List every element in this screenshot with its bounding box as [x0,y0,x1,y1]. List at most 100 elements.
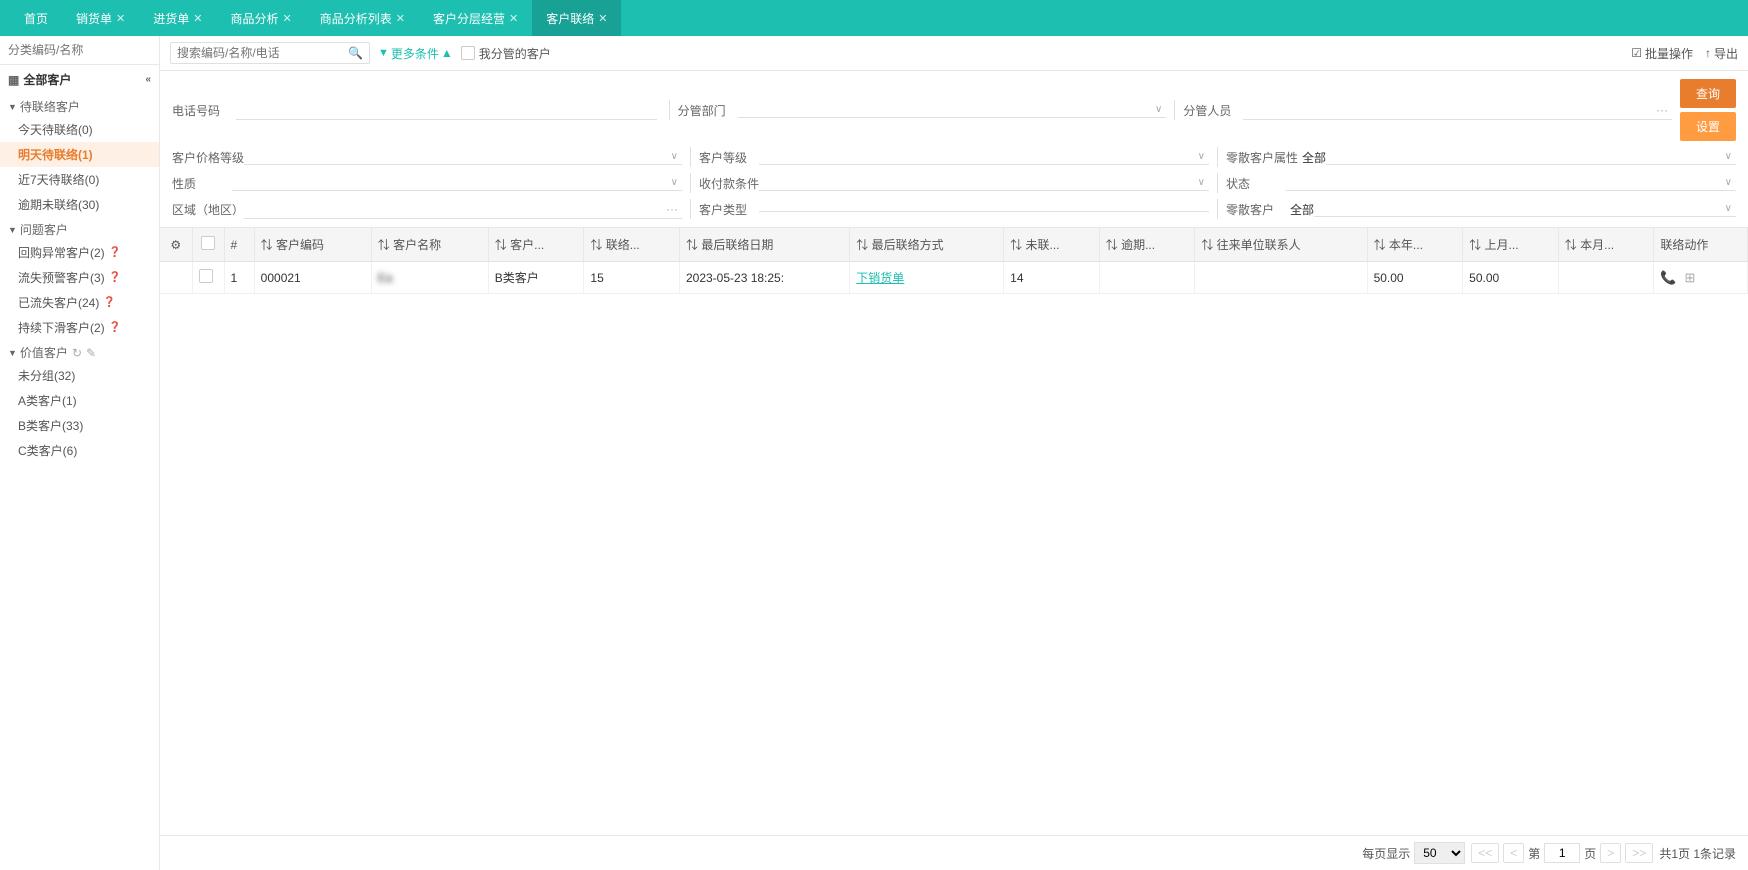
sidebar-item-ungroup[interactable]: 未分组(32) [0,363,159,388]
triangle-down-icon3: ▼ [8,348,17,358]
col-header-last-date[interactable]: ⇅ 最后联络日期 [679,228,849,262]
caret-down-icon4: ∨ [1725,151,1732,162]
nav-close-sales[interactable]: ✕ [116,12,125,25]
batch-operate-btn[interactable]: ☑ 批量操作 [1631,45,1693,62]
filter-manager: 分管人员 ··· [1183,101,1672,120]
edit-icon[interactable]: ✎ [86,346,96,360]
col-header-name[interactable]: ⇅ 客户名称 [371,228,488,262]
col-header-contact-count[interactable]: ⇅ 联络... [584,228,680,262]
checkbox-icon[interactable] [461,46,475,60]
this-month-cell [1558,262,1654,294]
sidebar-item-repurchase-abnormal[interactable]: 回购异常客户(2) ❓ [0,240,159,265]
row-checkbox[interactable] [199,269,213,283]
table-container: ⚙ # ⇅ 客户编码 ⇅ 客户名称 ⇅ 客户... [160,228,1748,835]
col-header-type[interactable]: ⇅ 客户... [488,228,584,262]
customer-type-select[interactable] [759,207,1209,212]
payment-select[interactable]: ∨ [759,175,1209,191]
collapse-icon[interactable]: « [145,74,151,85]
prev-page-btn[interactable]: < [1503,843,1524,863]
col-header-this-month[interactable]: ⇅ 本月... [1558,228,1654,262]
group-problem-customers[interactable]: ▼ 问题客户 [0,217,159,240]
top-navigation: 首页 销货单 ✕ 进货单 ✕ 商品分析 ✕ 商品分析列表 ✕ 客户分层经营 ✕ … [0,0,1748,36]
col-header-contacts[interactable]: ⇅ 往来单位联系人 [1195,228,1367,262]
nav-home[interactable]: 首页 [10,0,62,36]
nav-customer-stratify[interactable]: 客户分层经营 ✕ [419,0,532,36]
col-header-no-contact[interactable]: ⇅ 未联... [1004,228,1100,262]
header-checkbox[interactable] [201,236,215,250]
sidebar-item-churned[interactable]: 已流失客户(24) ❓ [0,290,159,315]
sidebar-item-tomorrow-contact[interactable]: 明天待联络(1) [0,142,159,167]
customer-value-select[interactable]: ∨ [244,149,682,165]
phone-input[interactable] [236,101,657,120]
sidebar-item-declining[interactable]: 持续下滑客户(2) ❓ [0,315,159,340]
nav-customer-contact[interactable]: 客户联络 ✕ [532,0,621,36]
refresh-icon[interactable]: ↻ [72,346,82,360]
col-header-last-month[interactable]: ⇅ 上月... [1463,228,1559,262]
filter-retail-attr: 零散客户属性 全部 ∨ [1226,149,1736,166]
more-conditions-btn[interactable]: ▼ 更多条件 ▲ [378,45,453,62]
nav-close-purchase[interactable]: ✕ [193,12,202,25]
nav-close-stratify[interactable]: ✕ [509,12,518,25]
search-input[interactable] [177,46,348,60]
query-button[interactable]: 查询 [1680,79,1736,108]
content-area: 🔍 ▼ 更多条件 ▲ 我分管的客户 ☑ 批量操作 ↑ 导出 [160,36,1748,870]
sidebar-search-box[interactable]: 🔍 [0,36,159,65]
region-select[interactable]: ··· [244,200,682,219]
page-number-input[interactable] [1544,843,1580,863]
sidebar-item-today-contact[interactable]: 今天待联络(0) [0,117,159,142]
gender-select[interactable]: ∨ [232,175,682,191]
sidebar-item-churn-warning[interactable]: 流失预警客户(3) ❓ [0,265,159,290]
contact-count-cell: 15 [584,262,680,294]
retail-select[interactable]: ∨ [1314,201,1736,217]
group-waiting-contact[interactable]: ▼ 待联络客户 [0,94,159,117]
status-select[interactable]: ∨ [1286,175,1736,191]
settings-col-header[interactable]: ⚙ [160,228,192,262]
retail-attr-select[interactable]: ∨ [1326,149,1736,165]
export-btn[interactable]: ↑ 导出 [1705,45,1738,62]
dept-select[interactable]: ∨ [738,102,1167,118]
all-customers-header[interactable]: ▦ 全部客户 « [0,65,159,94]
search-icon[interactable]: 🔍 [348,46,363,60]
last-method-link[interactable]: 下销货单 [856,271,904,285]
sidebar-item-week-contact[interactable]: 近7天待联络(0) [0,167,159,192]
col-header-this-year[interactable]: ⇅ 本年... [1367,228,1463,262]
nav-close-product-list[interactable]: ✕ [396,12,405,25]
sidebar-item-class-a[interactable]: A类客户(1) [0,388,159,413]
last-method-cell[interactable]: 下销货单 [850,262,1004,294]
triangle-down-icon2: ▼ [8,225,17,235]
col-header-code[interactable]: ⇅ 客户编码 [254,228,371,262]
setting-button[interactable]: 设置 [1680,112,1736,141]
manager-select[interactable]: ··· [1243,101,1672,120]
filter-dept: 分管部门 ∨ [678,102,1167,119]
checkbox-col-header[interactable] [192,228,224,262]
grid-action-icon[interactable]: ⊞ [1685,270,1696,286]
per-page-select[interactable]: 50 100 200 [1414,842,1465,864]
checkbox-cell[interactable] [192,262,224,294]
sidebar-search-input[interactable] [8,43,160,57]
customer-level-select[interactable]: ∨ [759,149,1209,165]
last-page-btn[interactable]: >> [1625,843,1653,863]
first-page-btn[interactable]: << [1471,843,1499,863]
sidebar-item-overdue-contact[interactable]: 逾期未联络(30) [0,192,159,217]
nav-close-product[interactable]: ✕ [283,12,292,25]
sidebar-item-class-b[interactable]: B类客户(33) [0,413,159,438]
sidebar-item-class-c[interactable]: C类客户(6) [0,438,159,463]
nav-purchase-order[interactable]: 进货单 ✕ [139,0,216,36]
filter-customer-type: 客户类型 [699,201,1209,218]
caret-down-icon6: ∨ [1198,177,1205,188]
filter-row-1: 电话号码 分管部门 ∨ 分管人员 ··· [172,79,1736,141]
col-header-last-method[interactable]: ⇅ 最后联络方式 [850,228,1004,262]
nav-product-analysis-list[interactable]: 商品分析列表 ✕ [306,0,419,36]
nav-product-analysis[interactable]: 商品分析 ✕ [216,0,305,36]
nav-sales-order[interactable]: 销货单 ✕ [62,0,139,36]
last-month-cell: 50.00 [1463,262,1559,294]
col-header-overdue[interactable]: ⇅ 逾期... [1099,228,1195,262]
group-value-customers[interactable]: ▼ 价值客户 ↻ ✎ [0,340,159,363]
phone-action-icon[interactable]: 📞 [1660,270,1676,286]
my-customer-checkbox[interactable]: 我分管的客户 [461,45,551,62]
nav-close-contact[interactable]: ✕ [598,12,607,25]
this-year-cell: 50.00 [1367,262,1463,294]
next-page-btn[interactable]: > [1600,843,1621,863]
filter-retail: 零散客户 全部 ∨ [1226,201,1736,218]
search-box[interactable]: 🔍 [170,42,370,64]
